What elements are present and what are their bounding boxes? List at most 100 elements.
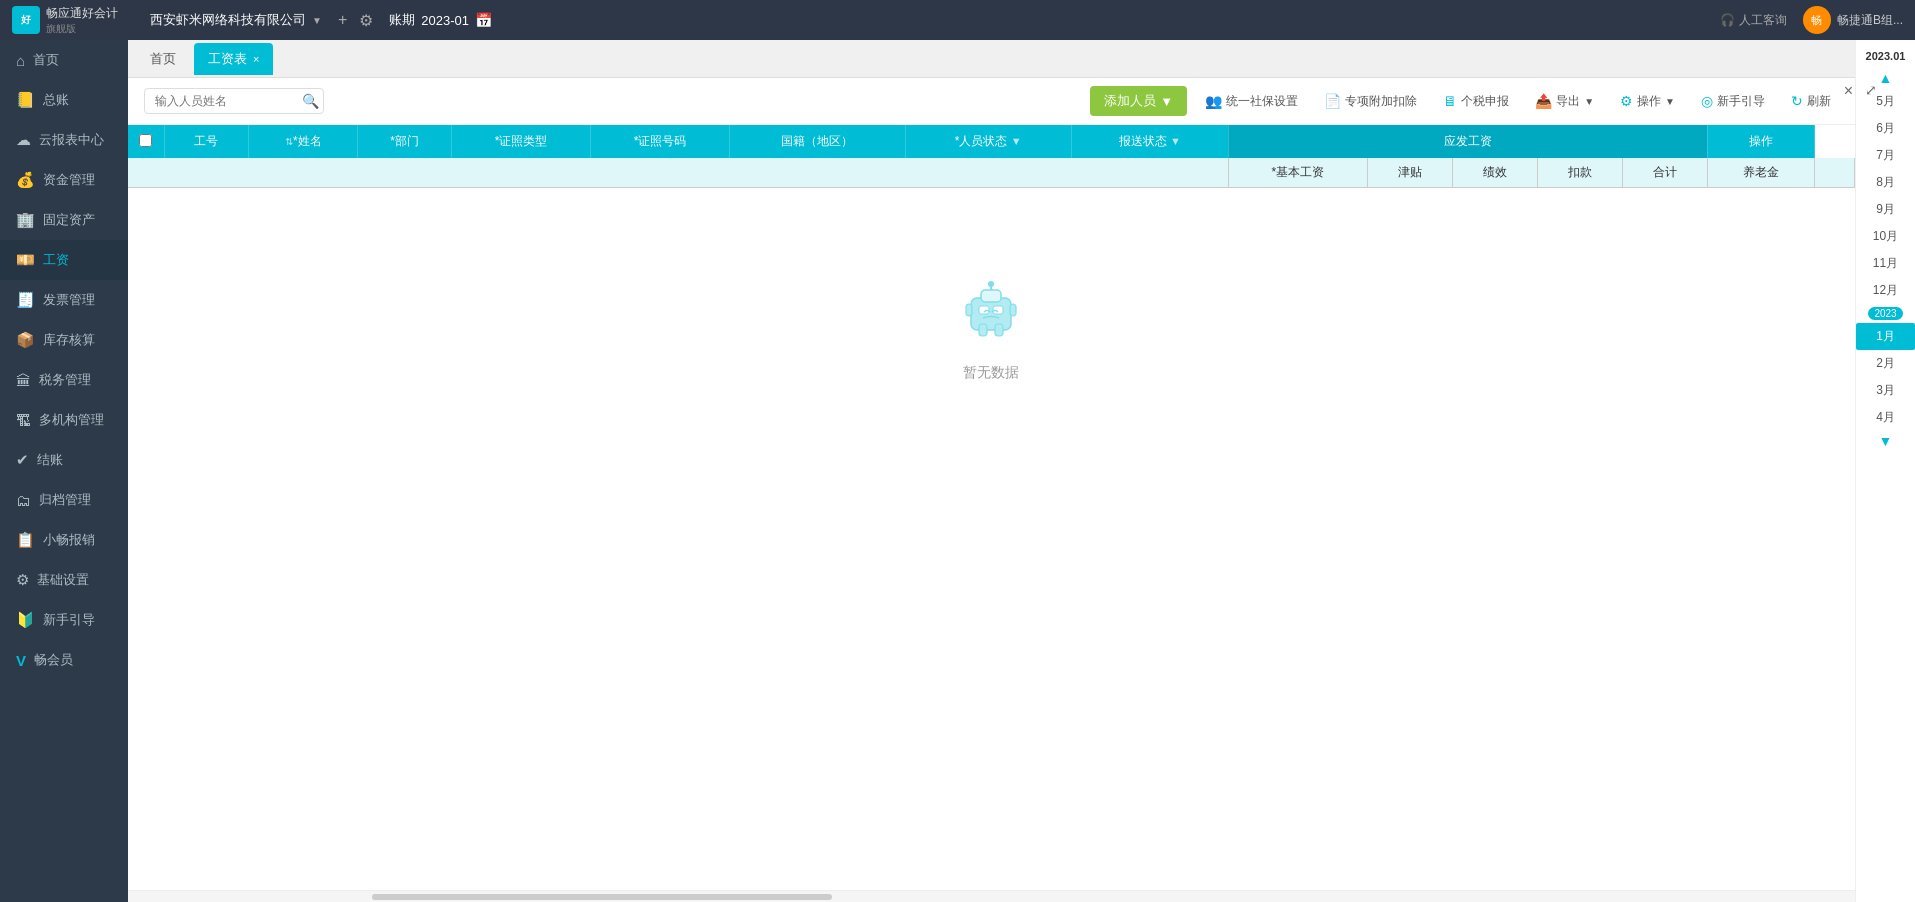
add-person-chevron-icon: ▼ — [1160, 94, 1173, 109]
add-company-button[interactable]: + — [338, 11, 347, 29]
multi-org-icon: 🏗 — [16, 412, 31, 429]
month-item-1[interactable]: 1月 — [1856, 323, 1915, 350]
month-item-10[interactable]: 10月 — [1856, 223, 1915, 250]
sidebar-item-tax[interactable]: 🏛 税务管理 — [0, 360, 128, 400]
sidebar-item-multi-org[interactable]: 🏗 多机构管理 — [0, 400, 128, 440]
operate-chevron-icon: ▼ — [1665, 96, 1675, 107]
month-item-12[interactable]: 12月 — [1856, 277, 1915, 304]
sidebar-item-inventory[interactable]: 📦 库存核算 — [0, 320, 128, 360]
year-badge: 2023 — [1868, 307, 1902, 320]
empty-state: 暂无数据 — [128, 188, 1855, 462]
month-item-11[interactable]: 11月 — [1856, 250, 1915, 277]
sub-th-spacer — [128, 158, 1228, 188]
operate-button[interactable]: ⚙ 操作 ▼ — [1612, 89, 1683, 114]
sidebar-item-salary[interactable]: 💴 工资 — [0, 240, 128, 280]
sidebar-item-assets[interactable]: 🏢 固定资产 — [0, 200, 128, 240]
sidebar-item-member[interactable]: V 畅会员 — [0, 640, 128, 680]
sidebar-item-settings[interactable]: ⚙ 基础设置 — [0, 560, 128, 600]
content-area: × ⤢ 首页 工资表 × 🔍 添加人员 ▼ — [128, 40, 1855, 902]
sidebar-label-inventory: 库存核算 — [43, 331, 95, 349]
filter-report-icon[interactable]: ▼ — [1170, 135, 1181, 147]
empty-text: 暂无数据 — [963, 364, 1019, 382]
add-person-label: 添加人员 — [1104, 92, 1156, 110]
scroll-bar-area — [128, 890, 1855, 902]
sidebar-item-fund[interactable]: 💰 资金管理 — [0, 160, 128, 200]
tax-report-icon: 🖥 — [1443, 93, 1457, 109]
user-info[interactable]: 畅 畅捷通B组... — [1803, 6, 1903, 34]
panel-period-header: 2023.01 — [1862, 44, 1910, 68]
tab-salary-close-icon[interactable]: × — [253, 53, 259, 65]
month-scroll-up-button[interactable]: ▲ — [1877, 68, 1895, 88]
select-all-checkbox[interactable] — [139, 134, 152, 147]
logo-subtitle: 旗舰版 — [46, 22, 118, 36]
sidebar-label-tax: 税务管理 — [39, 371, 91, 389]
headset-icon: 🎧 — [1720, 13, 1735, 27]
company-selector[interactable]: 西安虾米网络科技有限公司 ▼ — [150, 11, 322, 29]
social-settings-button[interactable]: 👥 统一社保设置 — [1197, 89, 1306, 114]
table-sub-header-row: *基本工资 津贴 绩效 扣款 合计 养老金 — [128, 158, 1855, 188]
sidebar-label-multi-org: 多机构管理 — [39, 411, 104, 429]
calendar-icon[interactable]: 📅 — [475, 12, 492, 28]
month-scroll-down-button[interactable]: ▼ — [1877, 431, 1895, 451]
sidebar-item-ledger[interactable]: 📒 总账 — [0, 80, 128, 120]
sidebar-item-archive[interactable]: 🗂 归档管理 — [0, 480, 128, 520]
sidebar-label-checkout: 结账 — [37, 451, 63, 469]
sort-name-icon[interactable]: ⇅ — [285, 136, 293, 147]
scroll-thumb[interactable] — [372, 894, 832, 900]
add-person-button[interactable]: 添加人员 ▼ — [1090, 86, 1187, 116]
period-value: 2023-01 — [421, 13, 469, 28]
month-item-7[interactable]: 7月 — [1856, 142, 1915, 169]
svg-rect-6 — [966, 304, 972, 316]
search-icon[interactable]: 🔍 — [302, 93, 319, 109]
month-item-9[interactable]: 9月 — [1856, 196, 1915, 223]
sidebar-item-guide[interactable]: 🔰 新手引导 — [0, 600, 128, 640]
newbie-label: 新手引导 — [1717, 93, 1765, 110]
month-item-4[interactable]: 4月 — [1856, 404, 1915, 431]
sidebar-item-invoice[interactable]: 🧾 发票管理 — [0, 280, 128, 320]
svg-rect-0 — [971, 298, 1011, 330]
svg-rect-9 — [995, 324, 1003, 336]
newbie-guide-button[interactable]: ◎ 新手引导 — [1693, 89, 1773, 114]
table-body: 暂无数据 — [128, 188, 1855, 463]
th-status: *人员状态 ▼ — [905, 125, 1071, 158]
export-label: 导出 — [1556, 93, 1580, 110]
th-id-type: *证照类型 — [452, 125, 591, 158]
month-item-2[interactable]: 2月 — [1856, 350, 1915, 377]
month-item-3[interactable]: 3月 — [1856, 377, 1915, 404]
tax-report-label: 个税申报 — [1461, 93, 1509, 110]
user-service[interactable]: 🎧 人工客询 — [1720, 12, 1787, 29]
special-deduct-button[interactable]: 📄 专项附加扣除 — [1316, 89, 1425, 114]
sidebar-item-home[interactable]: ⌂ 首页 — [0, 40, 128, 80]
svg-rect-7 — [1010, 304, 1016, 316]
sub-th-base-salary: *基本工资 — [1228, 158, 1367, 188]
expense-icon: 📋 — [16, 531, 35, 549]
guide-icon: 🔰 — [16, 611, 35, 629]
th-emp-id: 工号 — [164, 125, 249, 158]
th-checkbox[interactable] — [128, 125, 164, 158]
month-item-6[interactable]: 6月 — [1856, 115, 1915, 142]
tab-home[interactable]: 首页 — [136, 43, 190, 75]
refresh-button[interactable]: ↻ 刷新 — [1783, 89, 1839, 114]
filter-status-icon[interactable]: ▼ — [1011, 135, 1022, 147]
table-header-row: 工号 ⇅*姓名 *部门 *证照类型 *证照号码 国籍（地区） *人员状态 ▼ — [128, 125, 1855, 158]
sidebar-item-expense[interactable]: 📋 小畅报销 — [0, 520, 128, 560]
sidebar: ⌂ 首页 📒 总账 ☁ 云报表中心 💰 资金管理 🏢 固定资产 💴 工资 🧾 发… — [0, 40, 128, 902]
sidebar-item-checkout[interactable]: ✔ 结账 — [0, 440, 128, 480]
main-layout: ⌂ 首页 📒 总账 ☁ 云报表中心 💰 资金管理 🏢 固定资产 💴 工资 🧾 发… — [0, 40, 1915, 902]
search-input[interactable] — [144, 88, 324, 114]
social-settings-label: 统一社保设置 — [1226, 93, 1298, 110]
month-item-8[interactable]: 8月 — [1856, 169, 1915, 196]
panel-close-button[interactable]: × — [1844, 82, 1853, 100]
export-button[interactable]: 📤 导出 ▼ — [1527, 89, 1602, 114]
assets-icon: 🏢 — [16, 211, 35, 229]
logo-area: 好 畅应通好会计 旗舰版 — [12, 5, 140, 36]
empty-cell: 暂无数据 — [128, 188, 1855, 463]
settings-sidebar-icon: ⚙ — [16, 571, 29, 589]
tax-report-button[interactable]: 🖥 个税申报 — [1435, 89, 1517, 114]
operate-icon: ⚙ — [1620, 93, 1633, 109]
tab-salary[interactable]: 工资表 × — [194, 43, 273, 75]
sidebar-item-cloud-report[interactable]: ☁ 云报表中心 — [0, 120, 128, 160]
settings-button[interactable]: ⚙ — [359, 11, 373, 30]
export-chevron-icon: ▼ — [1584, 96, 1594, 107]
refresh-label: 刷新 — [1807, 93, 1831, 110]
